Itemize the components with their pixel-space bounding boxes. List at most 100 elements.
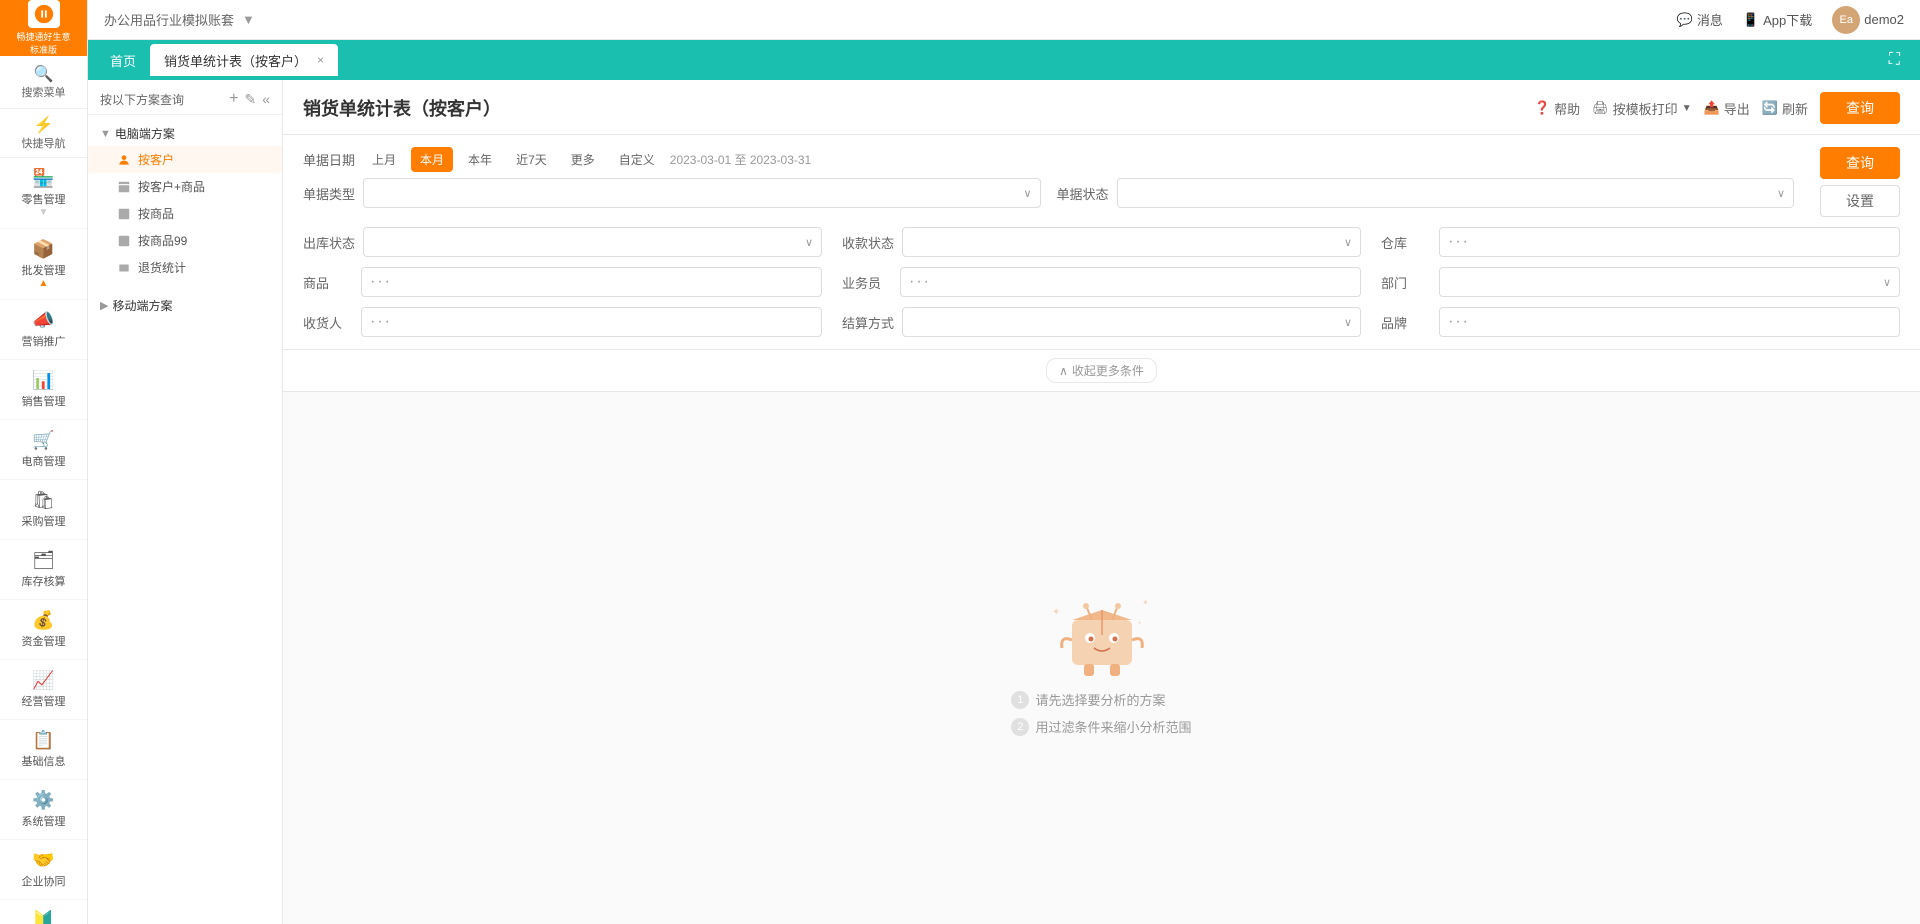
collapse-row: ∧ 收起更多条件 bbox=[283, 350, 1920, 392]
scheme-group-mobile-header[interactable]: ▶ 移动端方案 bbox=[88, 293, 282, 318]
sidebar-item-label: 营销推广 bbox=[22, 333, 66, 349]
date-btn-more[interactable]: 更多 bbox=[562, 147, 604, 172]
sidebar-item-system[interactable]: ⚙️ 系统管理 bbox=[0, 780, 87, 840]
app-logo: 畅捷通好生意 标准版 bbox=[0, 0, 88, 56]
help-label: 帮助 bbox=[1554, 99, 1580, 118]
sidebar-item-basic-info[interactable]: 📋 基础信息 bbox=[0, 720, 87, 780]
tab-close-btn[interactable]: × bbox=[317, 53, 324, 67]
hint-2-text: 用过滤条件来缩小分析范围 bbox=[1035, 717, 1191, 736]
scheme-header-title: 按以下方案查询 bbox=[100, 91, 184, 108]
scheme-group-mobile-label: 移动端方案 bbox=[112, 297, 172, 314]
payment-filter: 结算方式 ∨ bbox=[842, 307, 1361, 337]
message-btn[interactable]: 💬 消息 bbox=[1677, 10, 1723, 29]
payment-label: 结算方式 bbox=[842, 313, 894, 332]
wholesale-icon: 📦 bbox=[32, 239, 54, 260]
app-name: 畅捷通好生意 bbox=[16, 30, 70, 43]
order-status-control[interactable]: ∨ bbox=[1117, 178, 1794, 208]
sidebar-item-purchase[interactable]: 🛍 采购管理 bbox=[0, 480, 87, 540]
ecommerce-icon: 🛒 bbox=[32, 430, 54, 451]
sidebar-item-operations[interactable]: 📈 经营管理 bbox=[0, 660, 87, 720]
sidebar-item-newbie[interactable]: 🔰 新手引导 bbox=[0, 900, 87, 924]
date-btn-custom[interactable]: 自定义 bbox=[610, 147, 664, 172]
sidebar-item-label: 资金管理 bbox=[22, 633, 66, 649]
scheme-edit-btn[interactable]: ✎ bbox=[244, 91, 256, 108]
out-status-control[interactable]: ∨ bbox=[363, 227, 822, 257]
order-status-label: 单据状态 bbox=[1057, 184, 1109, 203]
scheme-group-mobile: ▶ 移动端方案 bbox=[88, 287, 282, 324]
set-btn[interactable]: 设置 bbox=[1820, 185, 1900, 217]
tab-home-label: 首页 bbox=[110, 51, 136, 70]
goods-control[interactable]: ··· bbox=[361, 267, 822, 297]
scheme-item-return[interactable]: 退货统计 bbox=[88, 254, 282, 281]
sidebar-item-label: 基础信息 bbox=[22, 753, 66, 769]
customer-goods-icon bbox=[116, 179, 132, 195]
template-print-btn[interactable]: 🖨 按模板打印 ▼ bbox=[1592, 99, 1691, 118]
scheme-item-customer-goods[interactable]: 按客户+商品 bbox=[88, 173, 282, 200]
user-name: demo2 bbox=[1864, 12, 1904, 27]
scheme-item-goods-label: 按商品 bbox=[138, 205, 174, 222]
sidebar-item-retail[interactable]: 🏪 零售管理 ▼ bbox=[0, 158, 87, 229]
tab-home[interactable]: 首页 bbox=[96, 44, 150, 76]
query-button[interactable]: 查询 bbox=[1820, 92, 1900, 124]
staff-control[interactable]: ··· bbox=[900, 267, 1361, 297]
help-btn[interactable]: ❓ 帮助 bbox=[1534, 99, 1580, 118]
tab-sales-stats[interactable]: 销货单统计表（按客户） × bbox=[150, 44, 338, 76]
scheme-item-goods99[interactable]: 按商品99 bbox=[88, 227, 282, 254]
scheme-item-goods[interactable]: 按商品 bbox=[88, 200, 282, 227]
empty-hint-1: 1 请先选择要分析的方案 bbox=[1011, 690, 1191, 709]
order-type-control[interactable]: ∨ bbox=[363, 178, 1040, 208]
scheme-collapse-btn[interactable]: « bbox=[262, 91, 270, 107]
receipt-status-control[interactable]: ∨ bbox=[902, 227, 1361, 257]
date-btn-last-7days[interactable]: 近7天 bbox=[507, 147, 556, 172]
sidebar-item-wholesale[interactable]: 📦 批发管理 ▲ bbox=[0, 229, 87, 300]
industry-dropdown-icon[interactable]: ▼ bbox=[242, 12, 255, 27]
goods-filter: 商品 ··· bbox=[303, 267, 822, 297]
order-status-filter: 单据状态 ∨ bbox=[1057, 178, 1795, 208]
sidebar-item-sales[interactable]: 📊 销售管理 bbox=[0, 360, 87, 420]
date-btn-last-month[interactable]: 上月 bbox=[363, 147, 405, 172]
brand-control[interactable]: ··· bbox=[1439, 307, 1900, 337]
dept-control[interactable]: ∨ bbox=[1439, 267, 1900, 297]
sidebar-item-collab[interactable]: 🤝 企业协同 bbox=[0, 840, 87, 900]
app-download-btn[interactable]: 📱 App下载 bbox=[1743, 10, 1812, 29]
warehouse-control[interactable]: ··· bbox=[1439, 227, 1900, 257]
hint-circle-2: 2 bbox=[1011, 718, 1029, 736]
user-profile-btn[interactable]: Ea demo2 bbox=[1832, 6, 1904, 34]
page-title: 销货单统计表（按客户） bbox=[303, 95, 501, 121]
scheme-item-customer[interactable]: 按客户 bbox=[88, 146, 282, 173]
order-type-label: 单据类型 bbox=[303, 184, 355, 203]
recipient-control[interactable]: ··· bbox=[361, 307, 822, 337]
query-btn[interactable]: 查询 bbox=[1820, 147, 1900, 179]
dept-chevron: ∨ bbox=[1883, 276, 1891, 289]
goods-label: 商品 bbox=[303, 273, 353, 292]
quick-nav-btn[interactable]: ⚡ 快捷导航 bbox=[0, 109, 87, 158]
filter-row-3: 商品 ··· 业务员 ··· 部门 bbox=[303, 267, 1900, 297]
out-status-label: 出库状态 bbox=[303, 233, 355, 252]
sidebar-item-marketing[interactable]: 📣 营销推广 bbox=[0, 300, 87, 360]
scheme-group-desktop: ▼ 电脑端方案 按客户 按客户+商品 bbox=[88, 115, 282, 287]
date-btn-this-year[interactable]: 本年 bbox=[459, 147, 501, 172]
sidebar-item-label: 批发管理 bbox=[22, 262, 66, 278]
order-status-chevron: ∨ bbox=[1777, 187, 1785, 200]
sidebar-item-label: 库存核算 bbox=[22, 573, 66, 589]
export-btn[interactable]: 📤 导出 bbox=[1704, 99, 1750, 118]
date-btn-this-month[interactable]: 本月 bbox=[411, 147, 453, 172]
tab-maximize-btn[interactable]: ⛶ bbox=[1877, 51, 1912, 69]
message-label: 消息 bbox=[1697, 10, 1723, 29]
payment-control[interactable]: ∨ bbox=[902, 307, 1361, 337]
sidebar-item-inventory[interactable]: 🗂 库存核算 bbox=[0, 540, 87, 600]
search-menu-btn[interactable]: 🔍 搜索菜单 bbox=[0, 56, 87, 109]
scheme-add-btn[interactable]: + bbox=[229, 90, 238, 108]
collapse-more-btn[interactable]: ∧ 收起更多条件 bbox=[1046, 358, 1157, 383]
warehouse-label: 仓库 bbox=[1381, 233, 1431, 252]
sidebar-item-finance[interactable]: 💰 资金管理 bbox=[0, 600, 87, 660]
scheme-group-desktop-header[interactable]: ▼ 电脑端方案 bbox=[88, 121, 282, 146]
tab-bar: 首页 销货单统计表（按客户） × ⛶ bbox=[88, 40, 1920, 80]
newbie-icon: 🔰 bbox=[32, 910, 54, 924]
refresh-btn[interactable]: 🔄 刷新 bbox=[1762, 99, 1808, 118]
chevron-up-icon: ▲ bbox=[39, 278, 49, 289]
arrow-right-icon: ▶ bbox=[100, 299, 108, 312]
logo-icon bbox=[28, 0, 60, 28]
sidebar-item-ecommerce[interactable]: 🛒 电商管理 bbox=[0, 420, 87, 480]
date-filter: 上月 本月 本年 近7天 更多 自定义 2023-03-01 至 2023-03… bbox=[363, 147, 1794, 172]
